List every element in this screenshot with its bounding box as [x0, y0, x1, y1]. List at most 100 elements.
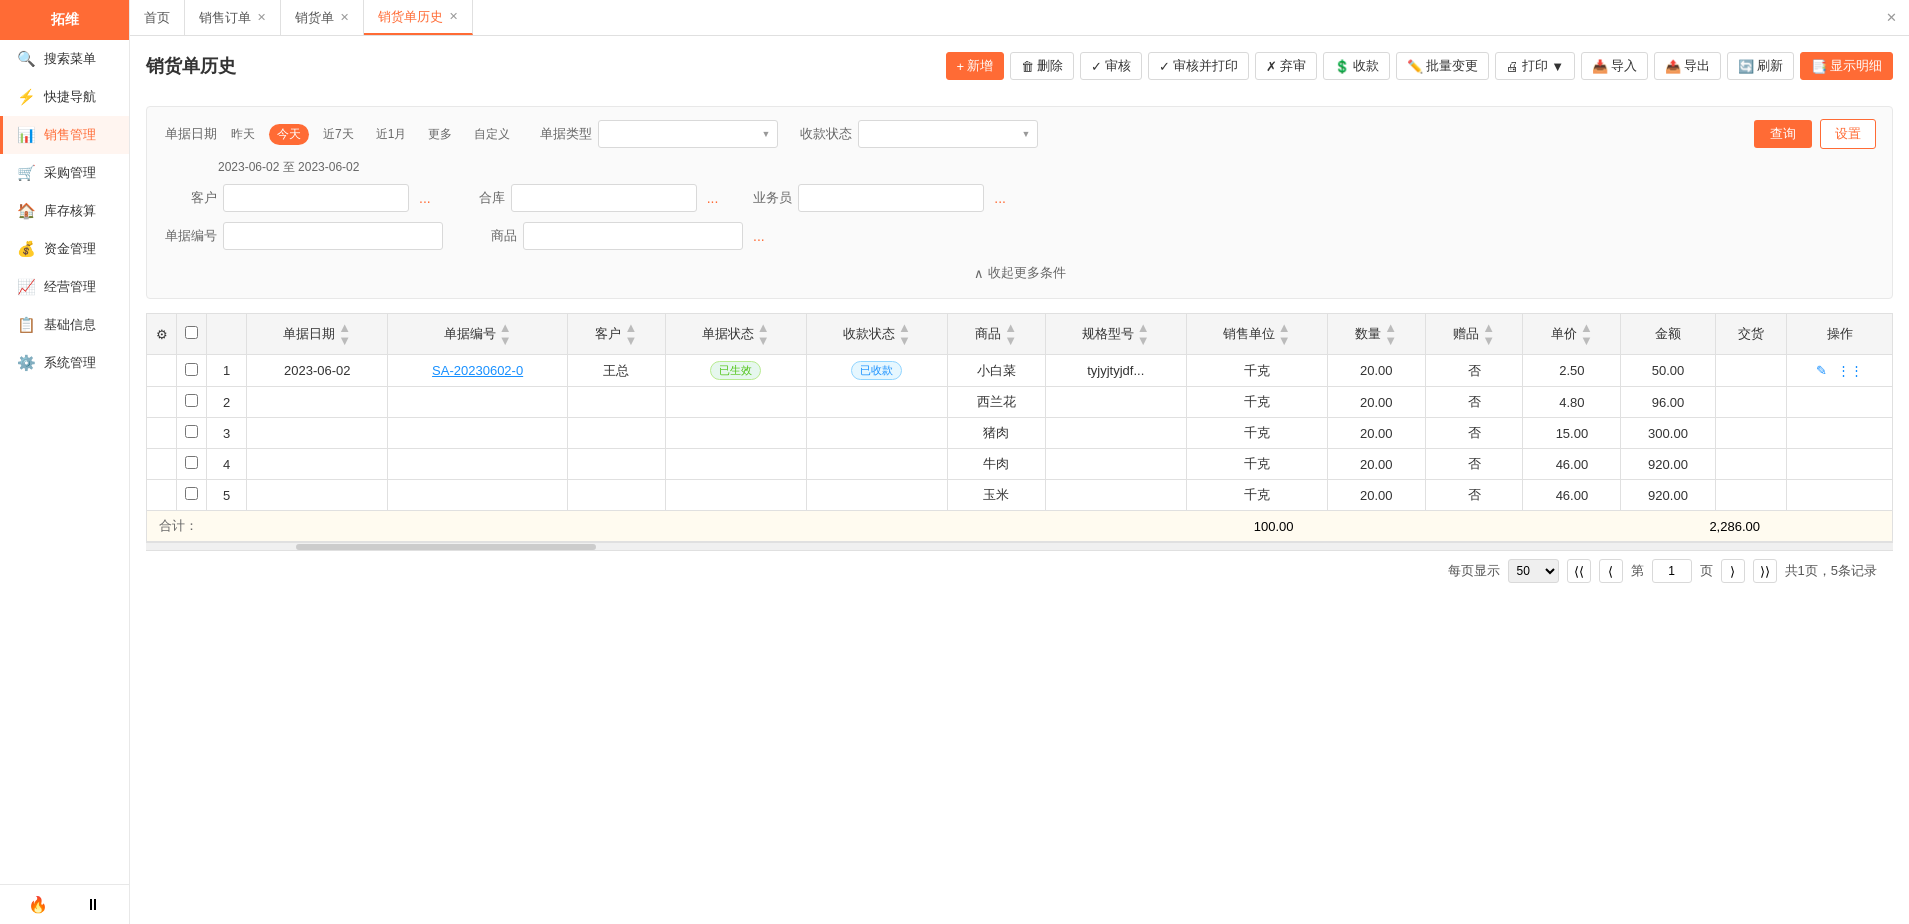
check-cell[interactable] [177, 480, 207, 511]
row-checkbox[interactable] [185, 425, 198, 438]
doc-date-cell [247, 387, 388, 418]
col-doc-no[interactable]: 单据编号 ▲▼ [388, 314, 568, 355]
row-checkbox[interactable] [185, 394, 198, 407]
check-cell[interactable] [177, 355, 207, 387]
collect-status-select[interactable] [858, 120, 1038, 148]
per-page-select[interactable]: 50 20 100 [1508, 559, 1559, 583]
last-page-button[interactable]: ⟩⟩ [1753, 559, 1777, 583]
tab-sales-order-close[interactable]: ✕ [257, 11, 266, 24]
col-unit-price[interactable]: 单价 ▲▼ [1523, 314, 1621, 355]
goods-ellipsis[interactable]: ... [753, 228, 765, 244]
tab-sales-goods[interactable]: 销货单 ✕ [281, 0, 364, 35]
tab-bar-close-all[interactable]: ✕ [1874, 10, 1909, 25]
abandon-button[interactable]: ✗ 弃审 [1255, 52, 1317, 80]
sidebar-item-finance[interactable]: 💰 资金管理 [0, 230, 129, 268]
doc-date-cell [247, 449, 388, 480]
doc-no-input[interactable] [223, 222, 443, 250]
col-qty[interactable]: 数量 ▲▼ [1327, 314, 1425, 355]
col-gift[interactable]: 赠品 ▲▼ [1425, 314, 1523, 355]
tab-home[interactable]: 首页 [130, 0, 185, 35]
export-button[interactable]: 📤 导出 [1654, 52, 1721, 80]
new-button[interactable]: + 新增 [946, 52, 1005, 80]
print-button[interactable]: 🖨 打印 ▼ [1495, 52, 1575, 80]
doc-no-cell[interactable] [388, 387, 568, 418]
sidebar-item-search-menu[interactable]: 🔍 搜索菜单 [0, 40, 129, 78]
first-page-button[interactable]: ⟨⟨ [1567, 559, 1591, 583]
date-tag-custom[interactable]: 自定义 [466, 124, 518, 145]
sidebar-item-inventory[interactable]: 🏠 库存核算 [0, 192, 129, 230]
row-checkbox[interactable] [185, 363, 198, 376]
customer-input[interactable] [223, 184, 409, 212]
collect-status-badge: 已收款 [851, 361, 902, 380]
warehouse-ellipsis[interactable]: ... [707, 190, 719, 206]
filter-settings-button[interactable]: 设置 [1820, 119, 1876, 149]
sidebar-item-basic-info[interactable]: 📋 基础信息 [0, 306, 129, 344]
doc-type-select[interactable] [598, 120, 778, 148]
warehouse-input[interactable] [511, 184, 697, 212]
fire-icon[interactable]: 🔥 [28, 895, 48, 914]
row-checkbox[interactable] [185, 487, 198, 500]
doc-no-cell[interactable] [388, 418, 568, 449]
abandon-icon: ✗ [1266, 59, 1277, 74]
sidebar-item-system-mgmt[interactable]: ⚙️ 系统管理 [0, 344, 129, 382]
tab-sales-order[interactable]: 销售订单 ✕ [185, 0, 281, 35]
check-cell[interactable] [177, 449, 207, 480]
audit-print-button[interactable]: ✓ 审核并打印 [1148, 52, 1249, 80]
col-spec[interactable]: 规格型号 ▲▼ [1045, 314, 1186, 355]
refresh-button[interactable]: 🔄 刷新 [1727, 52, 1794, 80]
doc-status-cell [665, 480, 806, 511]
more-icon[interactable]: ⋮⋮ [1837, 363, 1863, 378]
qty-cell: 20.00 [1327, 418, 1425, 449]
col-unit[interactable]: 销售单位 ▲▼ [1186, 314, 1327, 355]
collapse-filter-button[interactable]: ∧ 收起更多条件 [163, 260, 1876, 286]
tab-sales-history-close[interactable]: ✕ [449, 10, 458, 23]
col-settings[interactable]: ⚙ [147, 314, 177, 355]
check-cell[interactable] [177, 418, 207, 449]
sidebar-item-purchase-mgmt[interactable]: 🛒 采购管理 [0, 154, 129, 192]
doc-status-cell: 已生效 [665, 355, 806, 387]
audit-button[interactable]: ✓ 审核 [1080, 52, 1142, 80]
import-button[interactable]: 📥 导入 [1581, 52, 1648, 80]
check-cell[interactable] [177, 387, 207, 418]
col-goods[interactable]: 商品 ▲▼ [947, 314, 1045, 355]
date-tag-1month[interactable]: 近1月 [368, 124, 415, 145]
show-detail-button[interactable]: 📑 显示明细 [1800, 52, 1893, 80]
tab-sales-history[interactable]: 销货单历史 ✕ [364, 0, 473, 35]
date-tag-7days[interactable]: 近7天 [315, 124, 362, 145]
collect-button[interactable]: 💲 收款 [1323, 52, 1390, 80]
delete-button[interactable]: 🗑 删除 [1010, 52, 1074, 80]
pause-icon[interactable]: ⏸ [85, 896, 101, 914]
edit-icon[interactable]: ✎ [1816, 363, 1827, 378]
page-number-input[interactable] [1652, 559, 1692, 583]
doc-no-cell[interactable]: SA-20230602-0 [388, 355, 568, 387]
settings-cell [147, 387, 177, 418]
query-button[interactable]: 查询 [1754, 120, 1812, 148]
page-text-2: 页 [1700, 562, 1713, 580]
sidebar-item-ops-mgmt[interactable]: 📈 经营管理 [0, 268, 129, 306]
doc-no-link[interactable]: SA-20230602-0 [432, 363, 523, 378]
batch-change-button[interactable]: ✏️ 批量变更 [1396, 52, 1489, 80]
col-doc-date[interactable]: 单据日期 ▲▼ [247, 314, 388, 355]
col-doc-status[interactable]: 单据状态 ▲▼ [665, 314, 806, 355]
doc-no-cell[interactable] [388, 480, 568, 511]
prev-page-button[interactable]: ⟨ [1599, 559, 1623, 583]
col-check[interactable] [177, 314, 207, 355]
salesman-input[interactable] [798, 184, 984, 212]
salesman-ellipsis[interactable]: ... [994, 190, 1006, 206]
sidebar-item-quick-nav[interactable]: ⚡ 快捷导航 [0, 78, 129, 116]
scroll-thumb[interactable] [296, 544, 596, 550]
select-all-checkbox[interactable] [185, 326, 198, 339]
customer-ellipsis[interactable]: ... [419, 190, 431, 206]
next-page-button[interactable]: ⟩ [1721, 559, 1745, 583]
col-customer[interactable]: 客户 ▲▼ [567, 314, 665, 355]
doc-no-cell[interactable] [388, 449, 568, 480]
horizontal-scrollbar[interactable] [146, 542, 1893, 550]
date-tag-today[interactable]: 今天 [269, 124, 309, 145]
date-tag-yesterday[interactable]: 昨天 [223, 124, 263, 145]
tab-sales-goods-close[interactable]: ✕ [340, 11, 349, 24]
goods-input[interactable] [523, 222, 743, 250]
row-checkbox[interactable] [185, 456, 198, 469]
sidebar-item-sales-mgmt[interactable]: 📊 销售管理 [0, 116, 129, 154]
date-tag-more[interactable]: 更多 [420, 124, 460, 145]
col-collect-status[interactable]: 收款状态 ▲▼ [806, 314, 947, 355]
